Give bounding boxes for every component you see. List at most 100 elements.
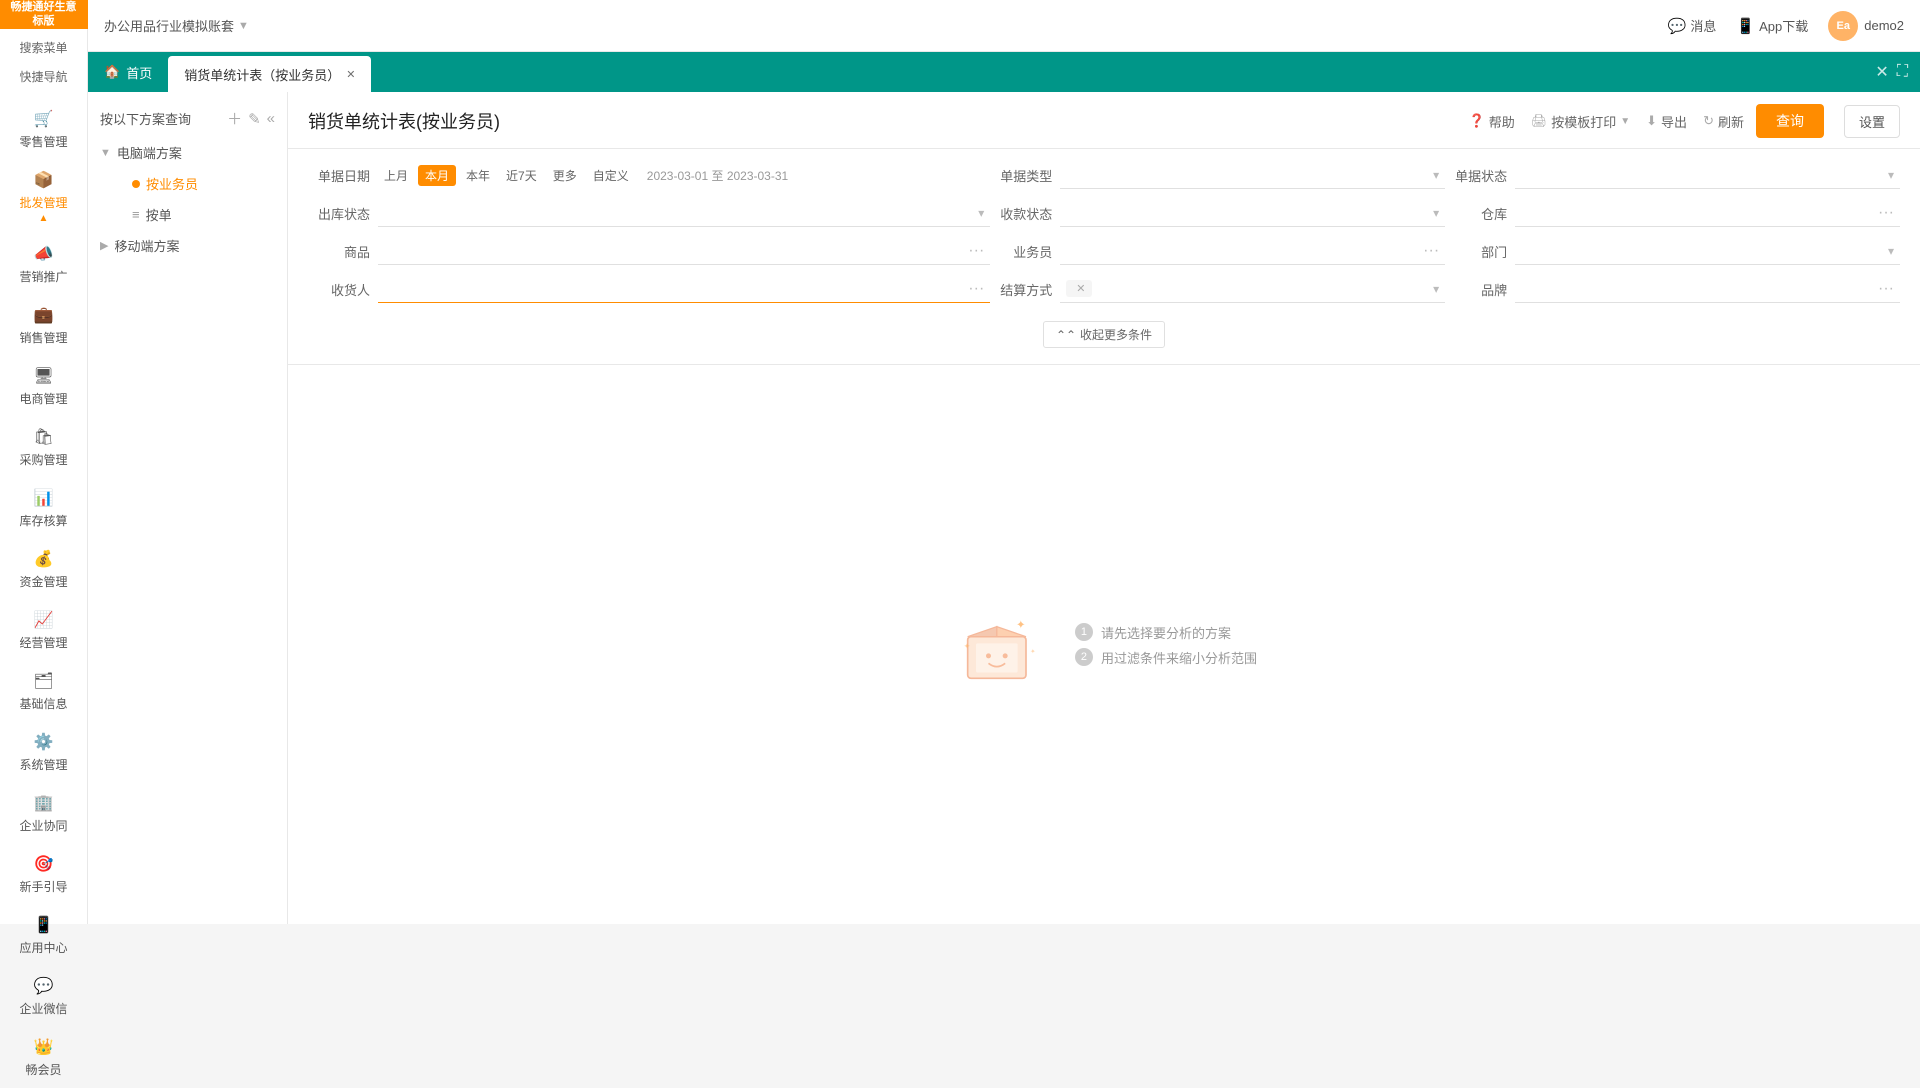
warehouse-filter-group: 仓库 ··· [1445,199,1900,227]
tab-sales-stat[interactable]: 销货单统计表（按业务员） ✕ [168,56,371,92]
settlement-dropdown-icon[interactable]: ▾ [1433,282,1439,296]
tree: ▼ 电脑端方案 按业务员 ≡ 按单 ▶ 移动端方案 [88,137,287,261]
empty-state: ✦ ✦ ✦ 1 请先选择要分析的方案 2 [288,365,1920,924]
edit-scheme-icon[interactable]: ✎ [248,110,261,128]
sidebar-item-member[interactable]: 👑 畅会员 [0,1027,88,1088]
sidebar-item-ecommerce[interactable]: 🖥 电商管理 [0,356,88,417]
collect-status-dropdown-icon[interactable]: ▾ [1433,206,1439,220]
date-tab-last-7[interactable]: 近7天 [500,165,543,186]
doc-status-field[interactable]: ▾ [1515,161,1900,189]
salesperson-label: 业务员 [990,242,1060,261]
brand-dots-icon[interactable]: ··· [1878,280,1894,298]
receiver-field[interactable]: ··· [378,275,990,303]
add-scheme-icon[interactable]: ＋ [227,108,242,129]
department-dropdown-icon[interactable]: ▾ [1888,244,1894,258]
salesperson-field[interactable]: ··· [1060,237,1445,265]
window-maximize-icon[interactable]: ⛶ [1897,63,1908,81]
message-button[interactable]: 💬 消息 [1668,16,1717,35]
sidebar-item-marketing[interactable]: 📣 营销推广 [0,234,88,295]
refresh-icon: ↻ [1703,113,1714,129]
settlement-tag-remove-icon[interactable]: ✕ [1076,282,1085,295]
tree-item-salesperson[interactable]: 按业务员 [112,168,287,199]
doc-status-dropdown-icon[interactable]: ▾ [1888,168,1894,182]
doc-type-dropdown-icon[interactable]: ▾ [1433,168,1439,182]
doc-status-label: 单据状态 [1445,166,1515,185]
purchase-icon: 🛍 [33,427,53,447]
tab-home[interactable]: 🏠 首页 [88,52,168,92]
sidebar-item-operations[interactable]: 📈 经营管理 [0,600,88,661]
sidebar-item-app-center[interactable]: 📱 应用中心 [0,905,88,966]
department-field[interactable]: ▾ [1515,237,1900,265]
breadcrumb-dropdown[interactable]: 办公用品行业模拟账套 ▼ [104,16,249,35]
collapse-panel-icon[interactable]: « [267,110,275,127]
sidebar-item-finance[interactable]: 💰 资金管理 [0,539,88,600]
filter-row-1: 单据日期 上月 本月 本年 近7天 更多 自定义 2023-03-01 至 20… [308,161,1900,189]
date-tab-last-month[interactable]: 上月 [378,165,414,186]
goods-field[interactable]: ··· [378,237,990,265]
date-tab-custom[interactable]: 自定义 [587,165,635,186]
sidebar-item-corp-wechat[interactable]: 💬 企业微信 [0,966,88,1027]
sidebar-item-wholesale[interactable]: 📦 批发管理 ▲ [0,160,88,234]
brand-field[interactable]: ··· [1515,275,1900,303]
avatar: Ea [1828,11,1858,41]
sidebar-item-enterprise[interactable]: 🏢 企业协同 [0,783,88,844]
sidebar-item-new-guide[interactable]: 🎯 新手引导 [0,844,88,905]
empty-step-1: 1 请先选择要分析的方案 [1075,623,1257,642]
doc-type-filter-group: 单据类型 ▾ [990,161,1445,189]
window-controls: ✕ ⛶ [1875,62,1920,82]
tree-group-mobile[interactable]: ▶ 移动端方案 [88,230,287,261]
refresh-button[interactable]: ↻ 刷新 [1703,112,1744,131]
collapse-button[interactable]: ⌃⌃ 收起更多条件 [1043,321,1165,348]
tree-item-by-order[interactable]: ≡ 按单 [112,199,287,230]
collect-status-field[interactable]: ▾ [1060,199,1445,227]
receiver-dots-icon[interactable]: ··· [968,280,984,298]
active-dot-icon [132,180,140,188]
receiver-input[interactable] [384,281,968,296]
empty-steps: 1 请先选择要分析的方案 2 用过滤条件来缩小分析范围 [1075,623,1257,667]
filter-row-3: 商品 ··· 业务员 ··· 部门 [308,237,1900,265]
warehouse-field[interactable]: ··· [1515,199,1900,227]
tree-group-pc-label: 电脑端方案 [117,143,182,162]
export-button[interactable]: ⬇ 导出 [1646,112,1687,131]
sidebar-item-retail[interactable]: 🛒 零售管理 [0,99,88,160]
settlement-tag: ✕ [1066,280,1091,297]
sidebar-item-basic[interactable]: 🗂 基础信息 [0,661,88,722]
sidebar-search[interactable]: 搜索菜单 [19,29,67,62]
salesperson-dots-icon[interactable]: ··· [1423,242,1439,260]
tab-close-icon[interactable]: ✕ [346,68,355,81]
sidebar-item-inventory[interactable]: 📊 库存核算 [0,478,88,539]
date-tab-this-month[interactable]: 本月 [418,165,456,186]
marketing-icon: 📣 [34,244,54,264]
collapse-row: ⌃⌃ 收起更多条件 [308,313,1900,352]
collapse-chevron-icon: ⌃⌃ [1056,328,1076,342]
step-1-number: 1 [1075,623,1093,641]
app-download-button[interactable]: 📱 App下载 [1736,16,1808,35]
sidebar-item-purchase[interactable]: 🛍 采购管理 [0,417,88,478]
print-button[interactable]: 🖨 按模板打印 ▼ [1531,112,1630,131]
settlement-field[interactable]: ✕ ▾ [1060,275,1445,303]
date-tab-more[interactable]: 更多 [547,165,583,186]
date-tab-this-year[interactable]: 本年 [460,165,496,186]
left-panel: 按以下方案查询 ＋ ✎ « ▼ 电脑端方案 按业务员 [88,92,288,924]
sidebar-item-system[interactable]: ⚙️ 系统管理 [0,722,88,783]
window-close-icon[interactable]: ✕ [1875,62,1888,82]
settings-button[interactable]: 设置 [1844,105,1900,138]
goods-filter-group: 商品 ··· [308,237,990,265]
breadcrumb-chevron-icon: ▼ [238,20,249,32]
goods-label: 商品 [308,242,378,261]
user-profile-button[interactable]: Ea demo2 [1828,11,1904,41]
sidebar-item-sales[interactable]: 💼 销售管理 [0,295,88,356]
help-button[interactable]: ❓ 帮助 [1469,112,1515,131]
query-button[interactable]: 查询 [1756,104,1824,138]
out-status-dropdown-icon[interactable]: ▾ [978,206,984,220]
tree-group-pc[interactable]: ▼ 电脑端方案 [88,137,287,168]
doc-type-field[interactable]: ▾ [1060,161,1445,189]
header-breadcrumb-area: 办公用品行业模拟账套 ▼ [104,16,249,35]
sidebar-quick-nav[interactable]: 快捷导航 [19,62,67,91]
out-status-field[interactable]: ▾ [378,199,990,227]
warehouse-dots-icon[interactable]: ··· [1878,204,1894,222]
goods-dots-icon[interactable]: ··· [968,242,984,260]
warehouse-label: 仓库 [1445,204,1515,223]
step-1-text: 请先选择要分析的方案 [1101,623,1231,642]
date-tabs: 上月 本月 本年 近7天 更多 自定义 [378,165,635,186]
